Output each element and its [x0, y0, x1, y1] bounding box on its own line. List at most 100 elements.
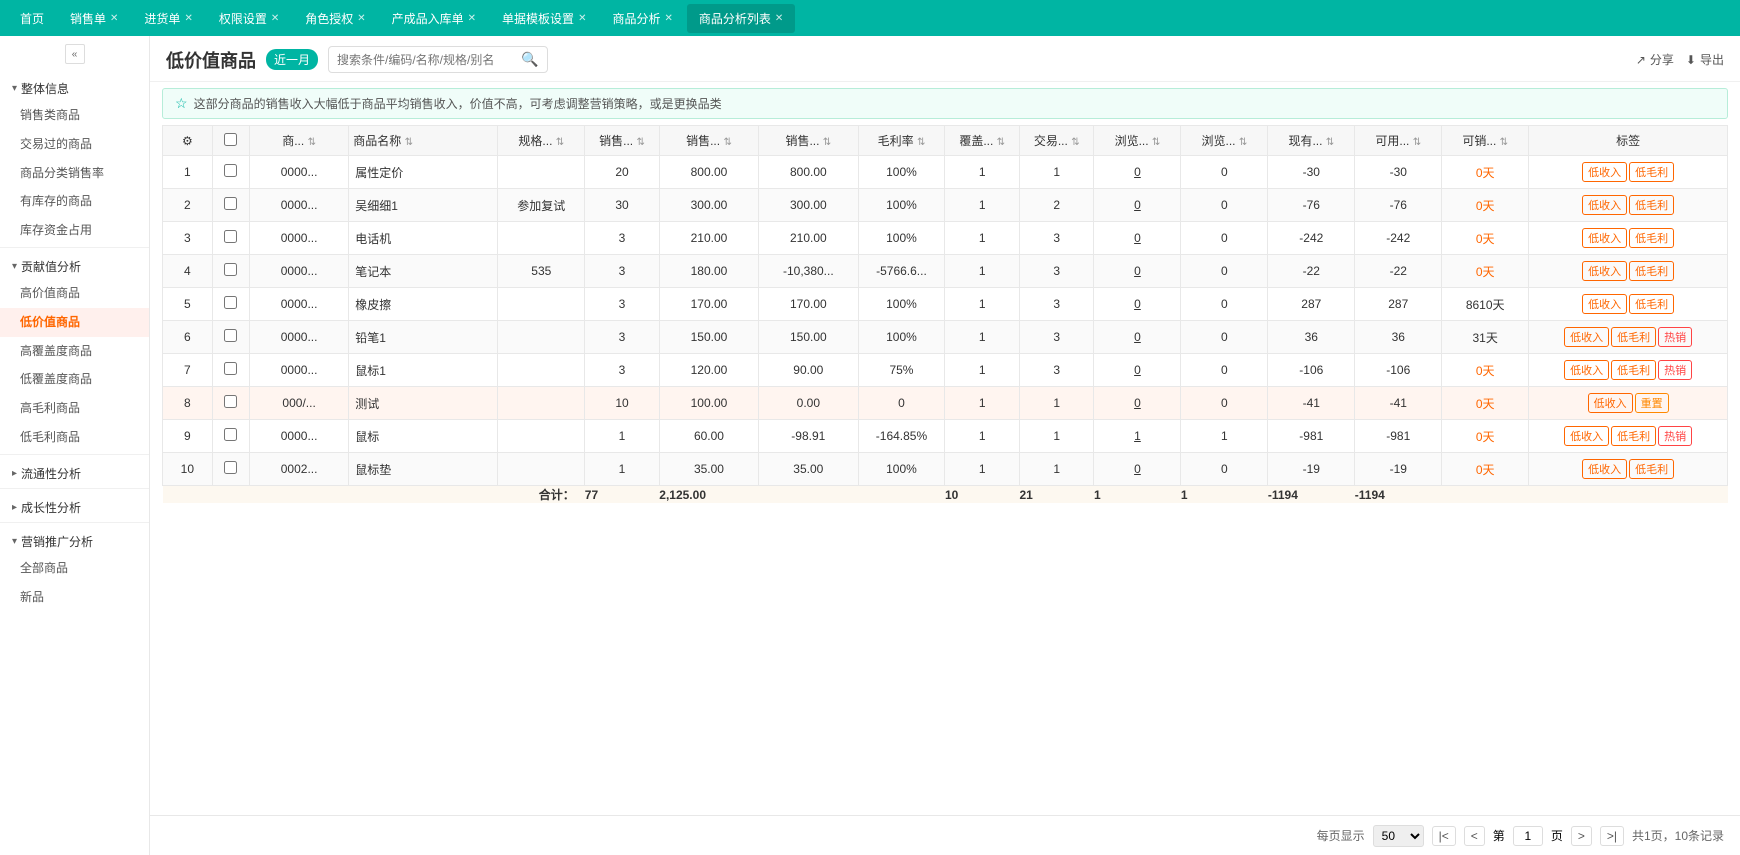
- nav-template[interactable]: 单据模板设置 ✕: [490, 4, 598, 33]
- sidebar-item-all-goods[interactable]: 全部商品: [0, 554, 149, 583]
- sort-icon[interactable]: ⇅: [1500, 137, 1508, 148]
- view-link[interactable]: 1: [1134, 429, 1141, 443]
- nav-close-icon[interactable]: ✕: [468, 13, 476, 24]
- nav-goods-analysis[interactable]: 商品分析 ✕: [600, 4, 684, 33]
- nav-goods-analysis-list[interactable]: 商品分析列表 ✕: [687, 4, 795, 33]
- row-checkbox-cell[interactable]: [212, 420, 249, 453]
- sort-icon[interactable]: ⇅: [637, 137, 645, 148]
- sidebar-item-new-goods[interactable]: 新品: [0, 583, 149, 612]
- sidebar-item-stock-goods[interactable]: 有库存的商品: [0, 187, 149, 216]
- sidebar-item-category-rate[interactable]: 商品分类销售率: [0, 159, 149, 188]
- prev-page-button[interactable]: <: [1464, 826, 1485, 846]
- sidebar-item-high-profit[interactable]: 高毛利商品: [0, 394, 149, 423]
- sidebar-item-low-coverage[interactable]: 低覆盖度商品: [0, 365, 149, 394]
- th-sale-qty[interactable]: 销售... ⇅: [585, 126, 660, 156]
- sort-icon[interactable]: ⇅: [405, 137, 413, 148]
- sidebar-group-contribution[interactable]: ▾ 贡献值分析: [0, 250, 149, 279]
- nav-permissions[interactable]: 权限设置 ✕: [207, 4, 291, 33]
- row-checkbox-cell[interactable]: [212, 387, 249, 420]
- page-number-input[interactable]: [1513, 826, 1543, 846]
- view-link[interactable]: 0: [1134, 363, 1141, 377]
- sidebar-item-high-coverage[interactable]: 高覆盖度商品: [0, 337, 149, 366]
- sort-icon[interactable]: ⇅: [1326, 137, 1334, 148]
- sort-icon[interactable]: ⇅: [1071, 137, 1079, 148]
- row-view1[interactable]: 0: [1094, 354, 1181, 387]
- th-view2[interactable]: 浏览... ⇅: [1181, 126, 1268, 156]
- search-input[interactable]: [337, 53, 517, 67]
- view-link[interactable]: 0: [1134, 396, 1141, 410]
- nav-purchase[interactable]: 进货单 ✕: [132, 4, 204, 33]
- sidebar-group-marketing[interactable]: ▾ 营销推广分析: [0, 525, 149, 554]
- th-trade[interactable]: 交易... ⇅: [1019, 126, 1094, 156]
- row-checkbox[interactable]: [224, 263, 237, 276]
- row-checkbox[interactable]: [224, 395, 237, 408]
- row-checkbox[interactable]: [224, 296, 237, 309]
- page-size-select[interactable]: 50 100 200: [1373, 825, 1424, 847]
- row-checkbox[interactable]: [224, 329, 237, 342]
- th-cover[interactable]: 覆盖... ⇅: [945, 126, 1020, 156]
- row-checkbox[interactable]: [224, 362, 237, 375]
- view-link[interactable]: 0: [1134, 462, 1141, 476]
- nav-close-icon[interactable]: ✕: [664, 13, 672, 24]
- view-link[interactable]: 0: [1134, 165, 1141, 179]
- row-checkbox-cell[interactable]: [212, 255, 249, 288]
- next-page-button[interactable]: >: [1571, 826, 1592, 846]
- table-wrapper[interactable]: ⚙ 商... ⇅ 商品名称 ⇅ 规格... ⇅: [150, 125, 1740, 815]
- nav-sales-order[interactable]: 销售单 ✕: [58, 4, 130, 33]
- share-button[interactable]: ↗ 分享: [1636, 51, 1674, 68]
- row-checkbox[interactable]: [224, 164, 237, 177]
- view-link[interactable]: 0: [1134, 297, 1141, 311]
- last-page-button[interactable]: >|: [1600, 826, 1624, 846]
- nav-close-icon[interactable]: ✕: [271, 13, 279, 24]
- row-checkbox-cell[interactable]: [212, 222, 249, 255]
- sidebar-item-stock-capital[interactable]: 库存资金占用: [0, 216, 149, 245]
- sidebar-item-high-value[interactable]: 高价值商品: [0, 279, 149, 308]
- th-avail[interactable]: 可用... ⇅: [1355, 126, 1442, 156]
- nav-close-icon[interactable]: ✕: [357, 13, 365, 24]
- search-box[interactable]: 🔍: [328, 46, 548, 73]
- nav-products-in[interactable]: 产成品入库单 ✕: [380, 4, 488, 33]
- sort-icon[interactable]: ⇅: [1239, 137, 1247, 148]
- row-checkbox[interactable]: [224, 461, 237, 474]
- nav-roles[interactable]: 角色授权 ✕: [293, 4, 377, 33]
- view-link[interactable]: 0: [1134, 231, 1141, 245]
- view-link[interactable]: 0: [1134, 198, 1141, 212]
- th-view1[interactable]: 浏览... ⇅: [1094, 126, 1181, 156]
- th-code[interactable]: 商... ⇅: [249, 126, 348, 156]
- row-view1[interactable]: 0: [1094, 387, 1181, 420]
- search-icon[interactable]: 🔍: [521, 51, 538, 68]
- sidebar-item-low-profit[interactable]: 低毛利商品: [0, 423, 149, 452]
- row-view1[interactable]: 0: [1094, 222, 1181, 255]
- sort-icon[interactable]: ⇅: [1413, 137, 1421, 148]
- row-checkbox-cell[interactable]: [212, 354, 249, 387]
- row-checkbox[interactable]: [224, 428, 237, 441]
- sidebar-item-sales-goods[interactable]: 销售类商品: [0, 101, 149, 130]
- row-checkbox-cell[interactable]: [212, 156, 249, 189]
- first-page-button[interactable]: |<: [1432, 826, 1456, 846]
- row-checkbox-cell[interactable]: [212, 321, 249, 354]
- th-sale-amt[interactable]: 销售... ⇅: [659, 126, 758, 156]
- sort-icon[interactable]: ⇅: [556, 137, 564, 148]
- th-settings[interactable]: ⚙: [163, 126, 213, 156]
- row-checkbox-cell[interactable]: [212, 453, 249, 486]
- nav-close-icon[interactable]: ✕: [578, 13, 586, 24]
- row-checkbox[interactable]: [224, 197, 237, 210]
- sidebar-group-growth[interactable]: ▸ 成长性分析: [0, 491, 149, 520]
- export-button[interactable]: ⬇ 导出: [1686, 51, 1724, 68]
- th-sell[interactable]: 可销... ⇅: [1442, 126, 1529, 156]
- row-checkbox-cell[interactable]: [212, 288, 249, 321]
- th-tag[interactable]: 标签: [1529, 126, 1728, 156]
- nav-close-icon[interactable]: ✕: [110, 13, 118, 24]
- sort-icon[interactable]: ⇅: [723, 137, 731, 148]
- row-checkbox-cell[interactable]: [212, 189, 249, 222]
- sort-icon[interactable]: ⇅: [917, 137, 925, 148]
- sort-icon[interactable]: ⇅: [308, 137, 316, 148]
- th-checkbox[interactable]: [212, 126, 249, 156]
- recent-badge[interactable]: 近一月: [266, 49, 318, 70]
- view-link[interactable]: 0: [1134, 264, 1141, 278]
- nav-close-icon[interactable]: ✕: [775, 13, 783, 24]
- nav-home[interactable]: 首页: [8, 4, 56, 33]
- row-view1[interactable]: 1: [1094, 420, 1181, 453]
- sidebar-group-overall[interactable]: ▾ 整体信息: [0, 72, 149, 101]
- th-sale-cost[interactable]: 销售... ⇅: [759, 126, 858, 156]
